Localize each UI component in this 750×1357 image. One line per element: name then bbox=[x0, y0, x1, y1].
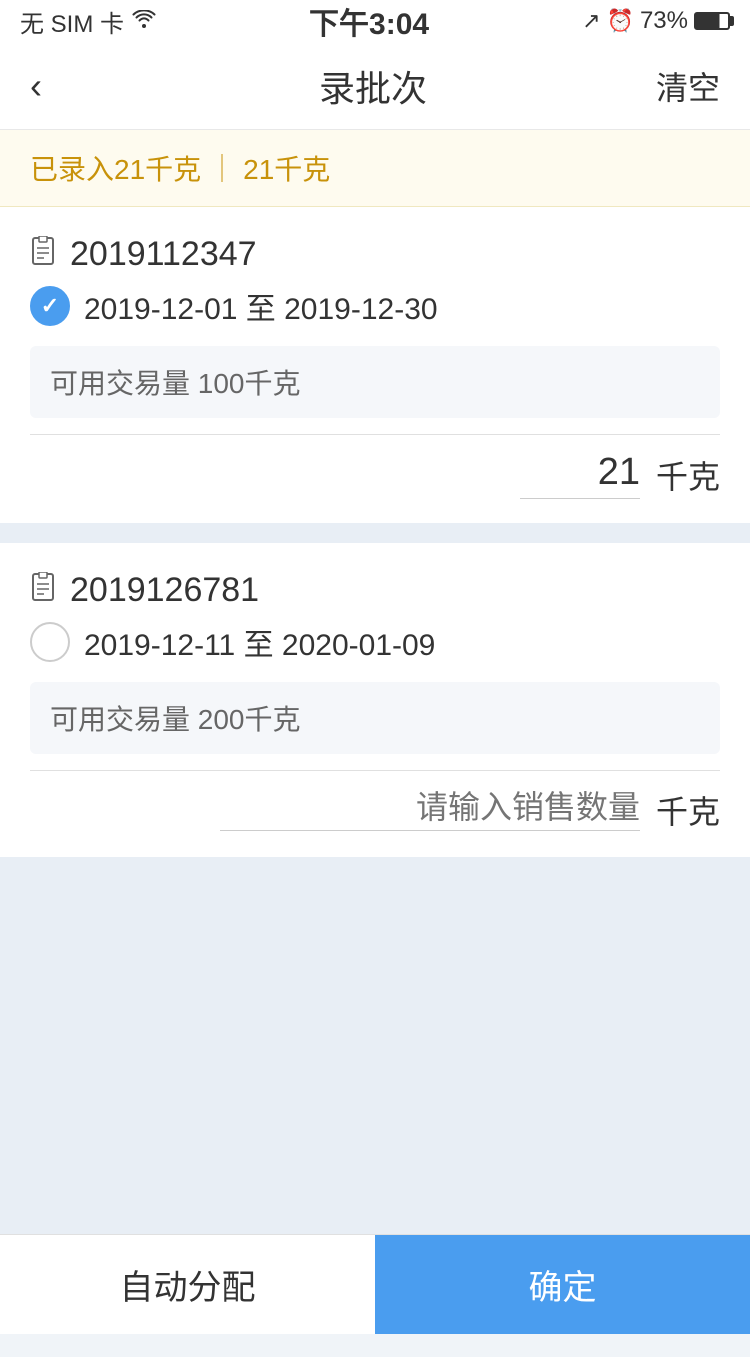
confirm-button[interactable]: 确定 bbox=[375, 1235, 750, 1334]
batch-2-quantity-input[interactable] bbox=[220, 789, 640, 831]
status-right: ↗ ⏰ 73% bbox=[582, 7, 730, 35]
main-content: 已录入21千克 21千克 2019112347 ✓ 2019-12-01 至 2… bbox=[0, 130, 750, 1357]
batch-2-header: 2019126781 bbox=[0, 543, 750, 620]
batch-1-id-icon bbox=[30, 236, 60, 274]
batch-2-date: 2019-12-11 至 2020-01-09 bbox=[84, 620, 435, 664]
batch-1-id: 2019112347 bbox=[70, 235, 257, 274]
page-title: 录批次 bbox=[319, 60, 427, 112]
batch-2-id: 2019126781 bbox=[70, 571, 259, 610]
batch-1-checkmark: ✓ bbox=[41, 293, 59, 319]
alarm-icon: ⏰ bbox=[607, 8, 634, 34]
battery-percent: 73% bbox=[640, 7, 688, 35]
batch-1-date: 2019-12-01 至 2019-12-30 bbox=[84, 284, 438, 328]
batch-1-date-row[interactable]: ✓ 2019-12-01 至 2019-12-30 bbox=[0, 284, 750, 338]
wifi-icon bbox=[132, 7, 156, 35]
info-divider bbox=[221, 154, 223, 182]
status-left: 无 SIM 卡 bbox=[20, 4, 156, 39]
info-value: 21千克 bbox=[243, 148, 330, 188]
info-label: 已录入21千克 bbox=[30, 148, 201, 188]
batch-2-available-text: 可用交易量 200千克 bbox=[50, 704, 301, 735]
info-banner: 已录入21千克 21千克 bbox=[0, 130, 750, 207]
batch-2-radio[interactable] bbox=[30, 622, 70, 662]
batch-2-available: 可用交易量 200千克 bbox=[30, 682, 720, 754]
batch-item-2: 2019126781 2019-12-11 至 2020-01-09 可用交易量… bbox=[0, 543, 750, 857]
batch-1-quantity-value: 21 bbox=[598, 451, 640, 493]
batch-1-header: 2019112347 bbox=[0, 207, 750, 284]
batch-2-input-row: 千克 bbox=[0, 771, 750, 857]
status-time: 下午3:04 bbox=[309, 0, 429, 43]
batch-2-unit: 千克 bbox=[656, 787, 720, 833]
section-gap bbox=[0, 523, 750, 543]
batch-1-quantity-wrap: 21 bbox=[520, 451, 640, 499]
carrier-text: 无 SIM 卡 bbox=[20, 4, 124, 39]
batch-1-unit: 千克 bbox=[656, 452, 720, 498]
batch-1-available: 可用交易量 100千克 bbox=[30, 346, 720, 418]
nav-bar: ‹ 录批次 清空 bbox=[0, 42, 750, 130]
battery-icon bbox=[694, 12, 730, 30]
batch-2-date-row[interactable]: 2019-12-11 至 2020-01-09 bbox=[0, 620, 750, 674]
batch-item-1: 2019112347 ✓ 2019-12-01 至 2019-12-30 可用交… bbox=[0, 207, 750, 523]
batch-2-id-icon bbox=[30, 572, 60, 610]
batch-1-available-text: 可用交易量 100千克 bbox=[50, 368, 301, 399]
bottom-bar: 自动分配 确定 bbox=[0, 1234, 750, 1334]
clear-button[interactable]: 清空 bbox=[656, 63, 720, 109]
status-bar: 无 SIM 卡 下午3:04 ↗ ⏰ 73% bbox=[0, 0, 750, 42]
keyboard-area bbox=[0, 857, 750, 1257]
back-button[interactable]: ‹ bbox=[30, 65, 90, 107]
auto-distribute-button[interactable]: 自动分配 bbox=[0, 1235, 375, 1334]
batch-1-radio[interactable]: ✓ bbox=[30, 286, 70, 326]
batch-1-quantity-row: 21 千克 bbox=[0, 435, 750, 523]
location-icon: ↗ bbox=[582, 8, 600, 34]
